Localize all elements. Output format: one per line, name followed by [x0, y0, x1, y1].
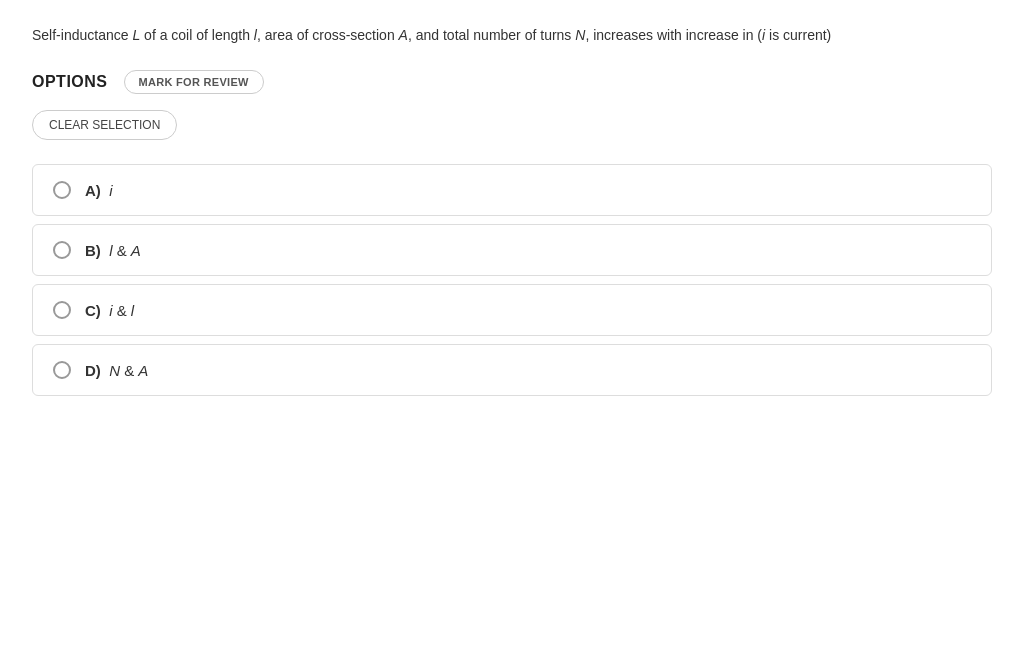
radio-b[interactable] — [53, 241, 71, 259]
option-item-a[interactable]: A) i — [32, 164, 992, 216]
options-title: OPTIONS — [32, 73, 108, 91]
clear-selection-button[interactable]: CLEAR SELECTION — [32, 110, 177, 140]
radio-c[interactable] — [53, 301, 71, 319]
question-text: Self-inductance L of a coil of length l,… — [32, 24, 992, 46]
option-item-c[interactable]: C) i & l — [32, 284, 992, 336]
options-header: OPTIONS MARK FOR REVIEW — [32, 70, 992, 94]
option-label-b: B) l & A — [85, 242, 141, 259]
option-item-d[interactable]: D) N & A — [32, 344, 992, 396]
option-label-a: A) i — [85, 182, 113, 199]
option-item-b[interactable]: B) l & A — [32, 224, 992, 276]
mark-for-review-button[interactable]: MARK FOR REVIEW — [124, 70, 264, 94]
radio-a[interactable] — [53, 181, 71, 199]
option-label-d: D) N & A — [85, 362, 148, 379]
options-list: A) i B) l & A C) i & l D) N & A — [32, 164, 992, 404]
option-label-c: C) i & l — [85, 302, 134, 319]
radio-d[interactable] — [53, 361, 71, 379]
page-container: Self-inductance L of a coil of length l,… — [0, 0, 1024, 428]
